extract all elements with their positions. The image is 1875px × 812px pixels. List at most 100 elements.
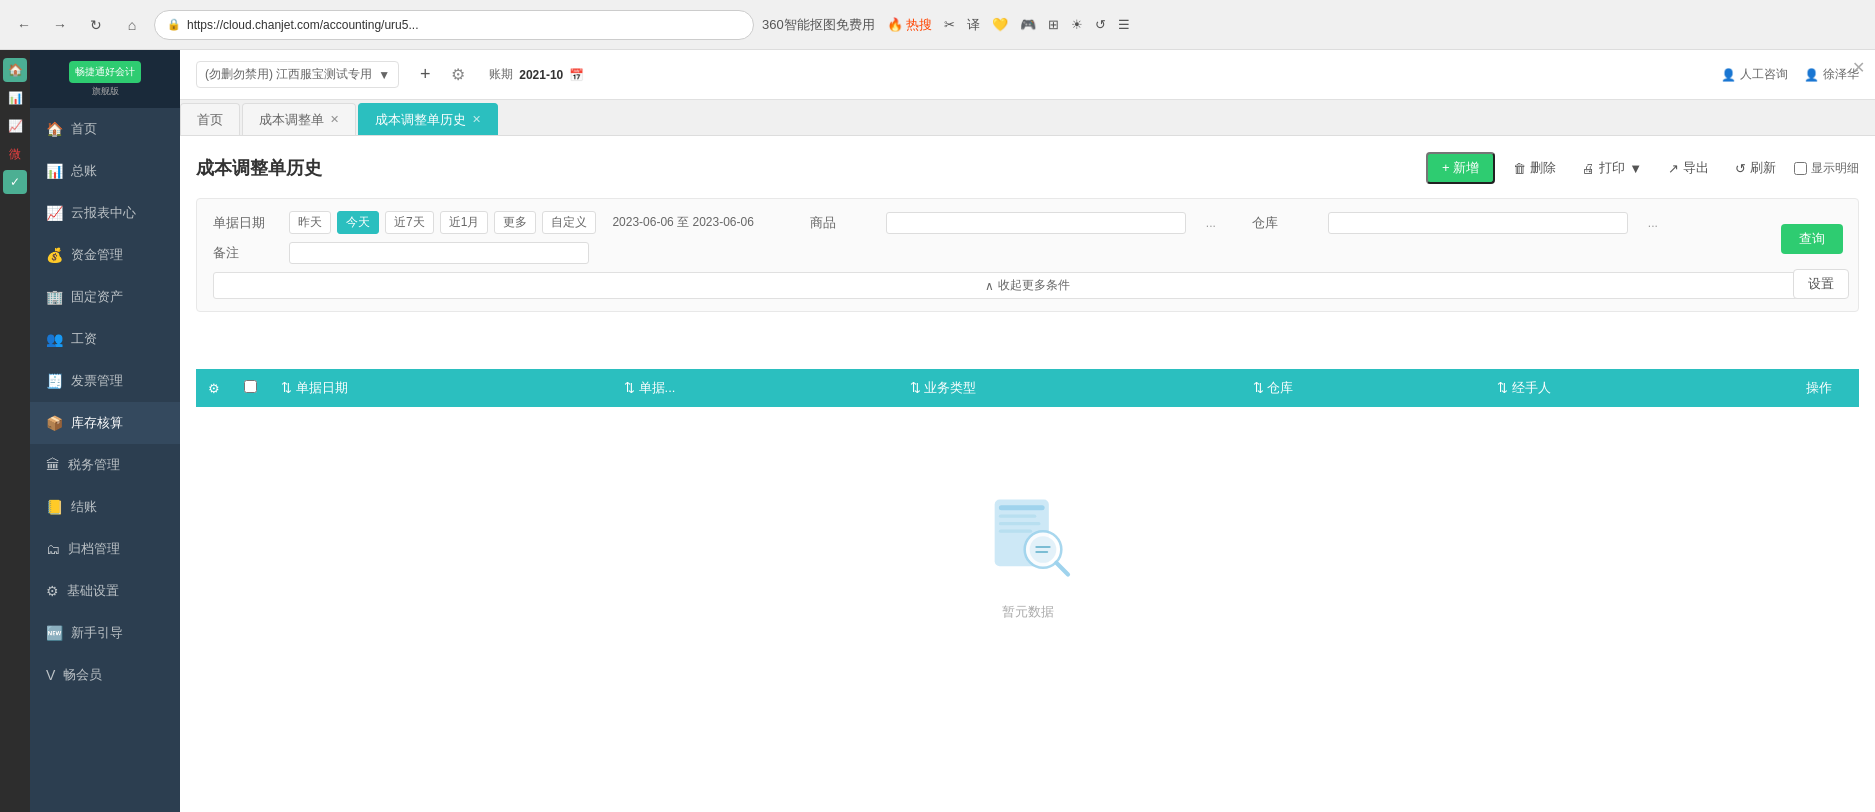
rail-icon-reports[interactable]: 📈 xyxy=(3,114,27,138)
sidebar-logo: 畅捷通好会计 旗舰版 xyxy=(30,50,180,108)
address-bar[interactable]: 🔒 https://cloud.chanjet.com/accounting/u… xyxy=(154,10,754,40)
archive-menu-icon: 🗂 xyxy=(46,541,60,557)
sidebar-item-invoice[interactable]: 🧾 发票管理 xyxy=(30,360,180,402)
window-close-button[interactable]: ✕ xyxy=(1852,58,1865,77)
query-button[interactable]: 查询 xyxy=(1781,224,1843,254)
rail-icon-weibo[interactable]: 微 xyxy=(3,142,27,166)
col-settings[interactable]: ⚙ xyxy=(196,369,232,407)
sidebar-item-assets[interactable]: 🏢 固定资产 xyxy=(30,276,180,318)
col-handler-label: ⇅ 经手人 xyxy=(1497,380,1551,395)
fire-icon: 🔥 热搜 xyxy=(887,16,933,34)
user-profile-button[interactable]: 👤 徐泽华 xyxy=(1804,66,1859,83)
avatar-icon: 👤 xyxy=(1804,68,1819,82)
sidebar-item-ledger[interactable]: 📊 总账 xyxy=(30,150,180,192)
empty-text: 暂元数据 xyxy=(1002,603,1054,621)
col-handler[interactable]: ⇅ 经手人 xyxy=(1485,369,1779,407)
export-button[interactable]: ↗ 导出 xyxy=(1660,155,1717,181)
sidebar-item-tax[interactable]: 🏛 税务管理 xyxy=(30,444,180,486)
col-date-label: ⇅ 单据日期 xyxy=(281,380,348,395)
svg-line-7 xyxy=(1056,563,1068,575)
company-selector[interactable]: (勿删勿禁用) 江西服宝测试专用 ▼ xyxy=(196,61,399,88)
home-button[interactable]: ⌂ xyxy=(118,11,146,39)
rail-icon-home[interactable]: 🏠 xyxy=(3,58,27,82)
sidebar-item-closing[interactable]: 📒 结账 xyxy=(30,486,180,528)
cloudreport-menu-icon: 📈 xyxy=(46,205,63,221)
col-biztype[interactable]: ⇅ 业务类型 xyxy=(898,369,1241,407)
col-actions: 操作 xyxy=(1779,369,1859,407)
svg-rect-2 xyxy=(998,515,1036,518)
sidebar-item-guide[interactable]: 🆕 新手引导 xyxy=(30,612,180,654)
tabs-bar: 首页 成本调整单 ✕ 成本调整单历史 ✕ xyxy=(180,100,1875,136)
sidebar-item-finance[interactable]: 💰 资金管理 xyxy=(30,234,180,276)
col-number[interactable]: ⇅ 单据... xyxy=(612,369,898,407)
refresh-button[interactable]: ↺ 刷新 xyxy=(1727,155,1784,181)
scissors-icon: ✂ xyxy=(944,17,955,32)
print-button[interactable]: 🖨 打印 ▼ xyxy=(1574,155,1650,181)
brightness-icon: ☀ xyxy=(1071,17,1083,32)
table-settings-icon[interactable]: ⚙ xyxy=(208,381,220,396)
export-icon: ↗ xyxy=(1668,161,1679,176)
settings-icon[interactable]: ⚙ xyxy=(451,65,465,84)
col-date[interactable]: ⇅ 单据日期 xyxy=(269,369,612,407)
back-button[interactable]: ← xyxy=(10,11,38,39)
tab-cost-adjust-history-close[interactable]: ✕ xyxy=(472,113,481,126)
tab-cost-adjust[interactable]: 成本调整单 ✕ xyxy=(242,103,356,135)
period-label: 账期 xyxy=(489,66,513,83)
title-actions: + 新增 🗑 删除 🖨 打印 ▼ ↗ 导出 ↺ xyxy=(1426,152,1859,184)
sidebar-item-payroll[interactable]: 👥 工资 xyxy=(30,318,180,360)
guide-menu-icon: 🆕 xyxy=(46,625,63,641)
tab-cost-adjust-history[interactable]: 成本调整单历史 ✕ xyxy=(358,103,498,135)
sidebar-item-archive[interactable]: 🗂 归档管理 xyxy=(30,528,180,570)
period-info: 账期 2021-10 📅 xyxy=(489,66,584,83)
sidebar-item-home[interactable]: 🏠 首页 xyxy=(30,108,180,150)
col-warehouse-label: ⇅ 仓库 xyxy=(1253,380,1294,395)
table-container: ⚙ ⇅ 单据日期 ⇅ 单据... xyxy=(196,369,1859,701)
search-extension: 360智能抠图免费用 xyxy=(762,16,875,34)
col-checkbox[interactable] xyxy=(232,369,269,407)
finance-menu-icon: 💰 xyxy=(46,247,63,263)
translate-icon: 译 xyxy=(967,16,980,34)
service-icon: 👤 xyxy=(1721,68,1736,82)
assets-menu-icon: 🏢 xyxy=(46,289,63,305)
forward-button[interactable]: → xyxy=(46,11,74,39)
top-bar-right: 👤 人工咨询 👤 徐泽华 xyxy=(1721,66,1859,83)
rail-icon-accounts[interactable]: 📊 xyxy=(3,86,27,110)
new-button[interactable]: + 新增 xyxy=(1426,152,1495,184)
coin-icon: 💛 xyxy=(992,17,1008,32)
browser-toolbar-right: 360智能抠图免费用 🔥 热搜 ✂ 译 💛 🎮 ⊞ ☀ ↺ ☰ xyxy=(762,16,1130,34)
rail-icon-active[interactable]: ✓ xyxy=(3,170,27,194)
tab-cost-adjust-close[interactable]: ✕ xyxy=(330,113,339,126)
col-number-label: ⇅ 单据... xyxy=(624,380,675,395)
delete-button[interactable]: 🗑 删除 xyxy=(1505,155,1564,181)
sidebar-item-settings[interactable]: ⚙ 基础设置 xyxy=(30,570,180,612)
sidebar-item-cloudreport[interactable]: 📈 云报表中心 xyxy=(30,192,180,234)
app-layout: 🏠 📊 📈 微 ✓ 畅捷通好会计 旗舰版 🏠 首页 📊 总账 xyxy=(0,50,1875,812)
show-detail-label[interactable]: 显示明细 xyxy=(1794,160,1859,177)
table-header: ⚙ ⇅ 单据日期 ⇅ 单据... xyxy=(196,369,1859,407)
col-biztype-label: ⇅ 业务类型 xyxy=(910,380,977,395)
sidebar-menu: 🏠 首页 📊 总账 📈 云报表中心 💰 资金管理 🏢 固定资产 👥 工资 xyxy=(30,108,180,812)
inventory-menu-icon: 📦 xyxy=(46,415,63,431)
data-table: ⚙ ⇅ 单据日期 ⇅ 单据... xyxy=(196,369,1859,407)
print-dropdown-icon: ▼ xyxy=(1629,161,1642,176)
grid-icon: ⊞ xyxy=(1048,17,1059,32)
add-tab-button[interactable]: + xyxy=(411,61,439,89)
col-warehouse[interactable]: ⇅ 仓库 xyxy=(1241,369,1486,407)
tab-home-label: 首页 xyxy=(197,111,223,129)
reload-button[interactable]: ↻ xyxy=(82,11,110,39)
page-body: 成本调整单历史 + 新增 🗑 删除 🖨 打印 ▼ ↗ 导出 xyxy=(180,136,1875,812)
show-detail-checkbox[interactable] xyxy=(1794,162,1807,175)
sidebar-item-vip[interactable]: V 畅会员 xyxy=(30,654,180,696)
ledger-menu-icon: 📊 xyxy=(46,163,63,179)
select-all-checkbox[interactable] xyxy=(244,380,257,393)
tax-menu-icon: 🏛 xyxy=(46,457,60,473)
settings-menu-icon: ⚙ xyxy=(46,583,59,599)
settings-filter-button[interactable]: 设置 xyxy=(1793,269,1849,299)
tab-home[interactable]: 首页 xyxy=(180,103,240,135)
sidebar-item-inventory[interactable]: 📦 库存核算 xyxy=(30,402,180,444)
calendar-icon[interactable]: 📅 xyxy=(569,68,584,82)
empty-svg xyxy=(978,487,1078,587)
url-text: https://cloud.chanjet.com/accounting/uru… xyxy=(187,18,418,32)
refresh-icon: ↺ xyxy=(1735,161,1746,176)
customer-service-button[interactable]: 👤 人工咨询 xyxy=(1721,66,1788,83)
